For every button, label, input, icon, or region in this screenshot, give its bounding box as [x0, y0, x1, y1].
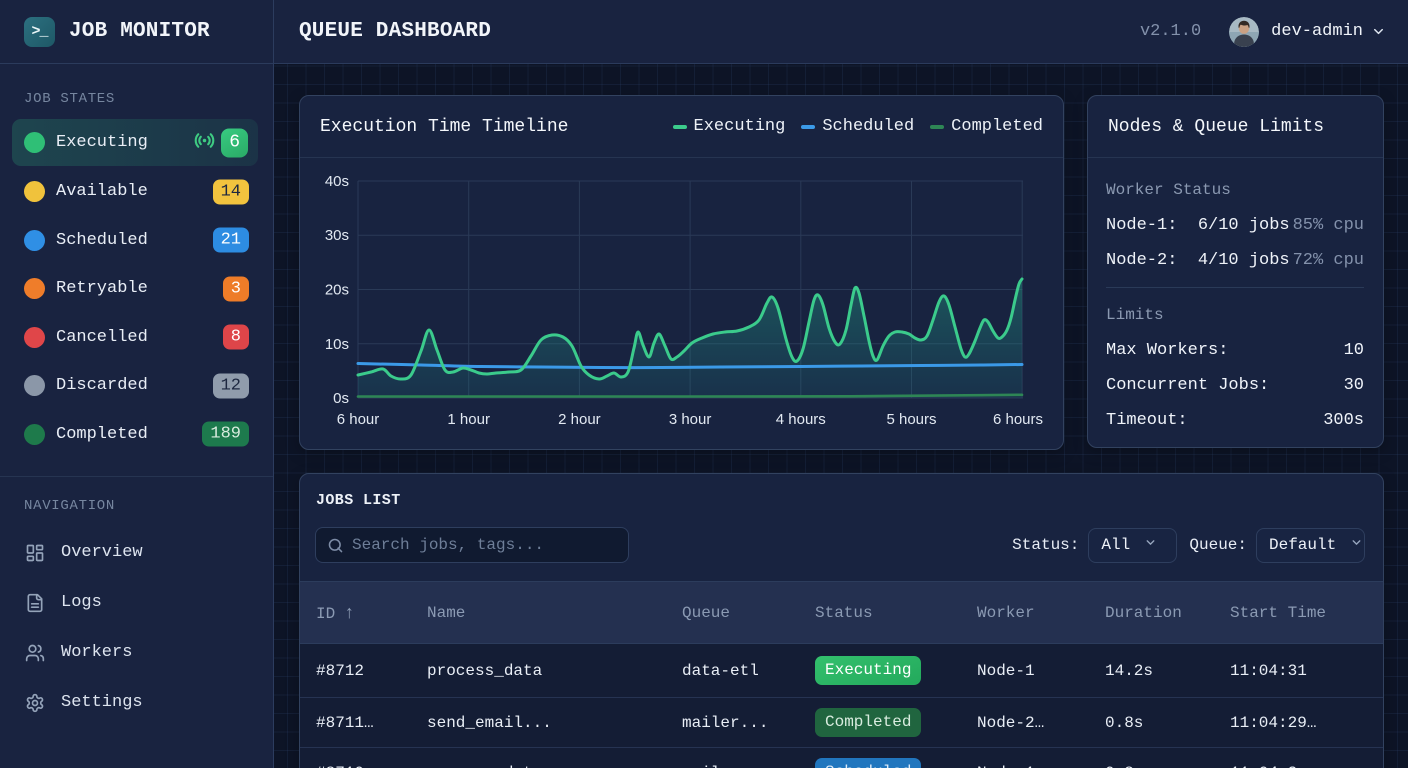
- svg-text:0s: 0s: [333, 390, 349, 407]
- svg-text:4 hours: 4 hours: [776, 411, 826, 428]
- svg-text:6 hours: 6 hours: [993, 411, 1043, 428]
- svg-text:3 hour: 3 hour: [669, 411, 712, 428]
- svg-text:6 hour: 6 hour: [337, 411, 380, 428]
- svg-text:20s: 20s: [325, 282, 349, 299]
- svg-text:10s: 10s: [325, 336, 349, 353]
- svg-text:5 hours: 5 hours: [886, 411, 936, 428]
- svg-text:2 hour: 2 hour: [558, 411, 601, 428]
- svg-text:40s: 40s: [325, 173, 349, 190]
- svg-text:30s: 30s: [325, 227, 349, 244]
- svg-text:1 hour: 1 hour: [447, 411, 490, 428]
